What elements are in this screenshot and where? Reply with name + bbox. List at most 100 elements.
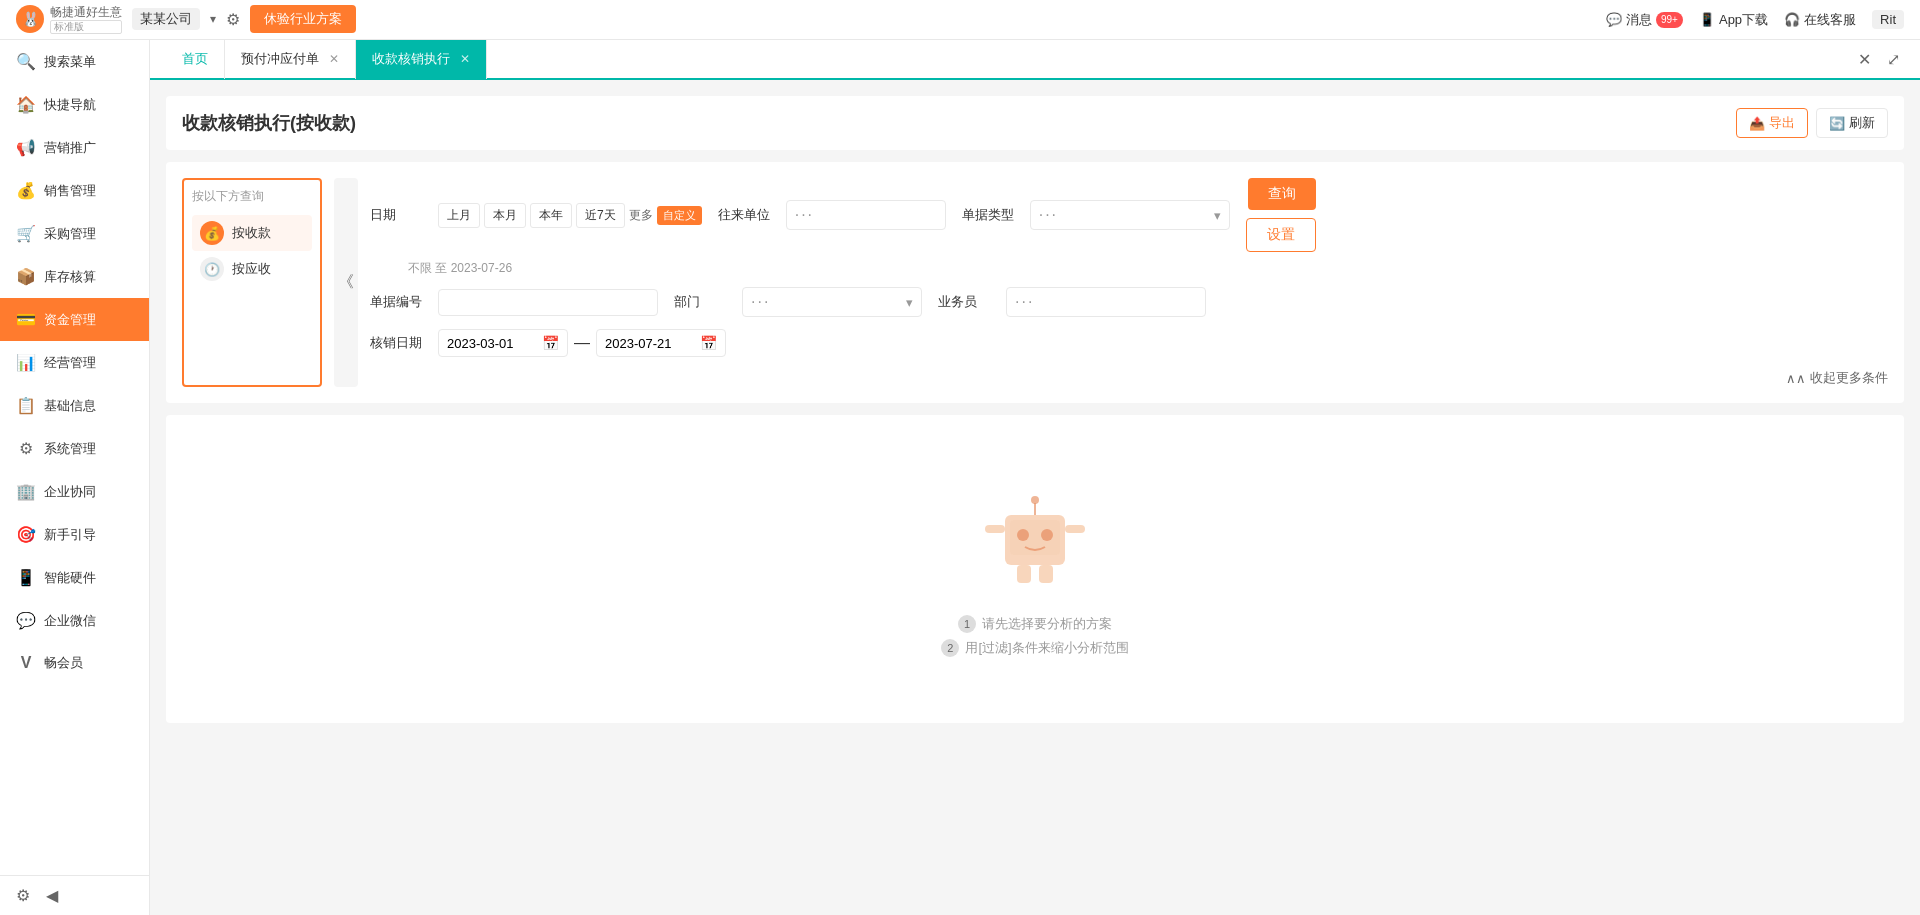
staff-select[interactable]: ···	[1006, 287, 1206, 317]
filter-option-by-receivable[interactable]: 🕐 按应收	[192, 251, 312, 287]
sidebar-item-label: 搜索菜单	[44, 53, 96, 71]
date-more-button[interactable]: 更多	[629, 207, 653, 224]
filter-collapse-button[interactable]: 《	[334, 178, 358, 387]
query-button[interactable]: 查询	[1248, 178, 1316, 210]
tab-prepay-close-icon[interactable]: ✕	[329, 52, 339, 66]
sidebar-item-label: 企业微信	[44, 612, 96, 630]
verify-date-end-input[interactable]: 2023-07-21 📅	[596, 329, 726, 357]
online-service-button[interactable]: 🎧 在线客服	[1784, 11, 1856, 29]
counterpart-select[interactable]: ···	[786, 200, 946, 230]
page-title: 收款核销执行(按收款)	[182, 111, 356, 135]
dept-field: 部门 ··· ▾	[674, 287, 922, 317]
user-menu[interactable]: Rit	[1872, 10, 1904, 29]
sidebar-item-quick-nav[interactable]: 🏠 快捷导航	[0, 83, 149, 126]
expand-tab-button[interactable]: ⤢	[1883, 46, 1904, 73]
message-icon: 💬	[1606, 12, 1622, 27]
collapse-more-label: 收起更多条件	[1810, 369, 1888, 387]
sidebar-item-label: 系统管理	[44, 440, 96, 458]
bill-type-label: 单据类型	[962, 206, 1022, 224]
prev-month-button[interactable]: 上月	[438, 203, 480, 228]
sidebar-item-operation[interactable]: 📊 经营管理	[0, 341, 149, 384]
export-label: 导出	[1769, 114, 1795, 132]
sidebar-item-wechat[interactable]: 💬 企业微信	[0, 599, 149, 642]
system-icon: ⚙	[16, 439, 36, 458]
last-7days-button[interactable]: 近7天	[576, 203, 625, 228]
this-month-button[interactable]: 本月	[484, 203, 526, 228]
page-content: 收款核销执行(按收款) 📤 导出 🔄 刷新 按以下方查询	[150, 80, 1920, 915]
filter-row-3: 核销日期 2023-03-01 📅 — 2023-07-21 📅	[370, 329, 1888, 357]
sidebar-item-marketing[interactable]: 📢 营销推广	[0, 126, 149, 169]
settings-icon[interactable]: ⚙	[226, 10, 240, 29]
sidebar-item-guide[interactable]: 🎯 新手引导	[0, 513, 149, 556]
tab-collection-offset[interactable]: 收款核销执行 ✕	[356, 40, 487, 79]
message-badge: 99+	[1656, 12, 1683, 28]
sidebar-item-purchase[interactable]: 🛒 采购管理	[0, 212, 149, 255]
sidebar-item-inventory[interactable]: 📦 库存核算	[0, 255, 149, 298]
refresh-button[interactable]: 🔄 刷新	[1816, 108, 1888, 138]
verify-date-start-input[interactable]: 2023-03-01 📅	[438, 329, 568, 357]
close-tab-button[interactable]: ✕	[1854, 46, 1875, 73]
counterpart-field: 往来单位 ···	[718, 200, 946, 230]
page-header: 收款核销执行(按收款) 📤 导出 🔄 刷新	[166, 96, 1904, 150]
filter-option-by-receipt[interactable]: 💰 按收款	[192, 215, 312, 251]
operation-icon: 📊	[16, 353, 36, 372]
export-icon: 📤	[1749, 116, 1765, 131]
finance-icon: 💳	[16, 310, 36, 329]
bill-no-input[interactable]	[438, 289, 658, 316]
settings-button[interactable]: 设置	[1246, 218, 1316, 252]
tab-prepay-offset[interactable]: 预付冲应付单 ✕	[225, 40, 356, 79]
industry-solution-button[interactable]: 休验行业方案	[250, 5, 356, 33]
this-year-button[interactable]: 本年	[530, 203, 572, 228]
end-calendar-icon: 📅	[700, 335, 717, 351]
sidebar-item-search-menu[interactable]: 🔍 搜索菜单	[0, 40, 149, 83]
topbar: 🐰 畅捷通好生意 标准版 某某公司 ▾ ⚙ 休验行业方案 💬 消息 99+ 📱 …	[0, 0, 1920, 40]
sidebar-item-basic-info[interactable]: 📋 基础信息	[0, 384, 149, 427]
app-download-button[interactable]: 📱 App下载	[1699, 11, 1768, 29]
page-header-actions: 📤 导出 🔄 刷新	[1736, 108, 1888, 138]
tab-collection-label: 收款核销执行	[372, 50, 450, 68]
refresh-icon: 🔄	[1829, 116, 1845, 131]
sales-icon: 💰	[16, 181, 36, 200]
filter-actions: 查询 设置	[1246, 178, 1316, 252]
sidebar-item-label: 经营管理	[44, 354, 96, 372]
sidebar-item-hardware[interactable]: 📱 智能硬件	[0, 556, 149, 599]
date-hint: 不限 至 2023-07-26	[408, 261, 512, 275]
sidebar-item-enterprise[interactable]: 🏢 企业协同	[0, 470, 149, 513]
staff-field: 业务员 ···	[938, 287, 1206, 317]
bill-type-arrow: ▾	[1214, 208, 1221, 223]
svg-rect-5	[1065, 525, 1085, 533]
tab-home-label: 首页	[182, 50, 208, 68]
sidebar-item-label: 畅会员	[44, 654, 83, 672]
sidebar-item-label: 资金管理	[44, 311, 96, 329]
service-icon: 🎧	[1784, 12, 1800, 27]
company-selector[interactable]: 某某公司	[132, 8, 200, 30]
export-button[interactable]: 📤 导出	[1736, 108, 1808, 138]
company-dropdown-icon[interactable]: ▾	[210, 12, 216, 26]
logo: 🐰 畅捷通好生意 标准版	[16, 5, 122, 33]
empty-tip-2: 2 用[过滤]条件来缩小分析范围	[941, 639, 1128, 657]
sidebar-item-label: 营销推广	[44, 139, 96, 157]
sidebar-collapse-icon[interactable]: ◀	[46, 886, 58, 905]
bill-type-dots: ···	[1039, 206, 1058, 224]
sidebar-item-label: 企业协同	[44, 483, 96, 501]
dept-select[interactable]: ··· ▾	[742, 287, 922, 317]
app-label: App下载	[1719, 11, 1768, 29]
sidebar-item-sales[interactable]: 💰 销售管理	[0, 169, 149, 212]
date-button-group: 上月 本月 本年 近7天 更多 自定义	[438, 203, 702, 228]
sidebar-settings-icon[interactable]: ⚙	[16, 886, 30, 905]
tab-home[interactable]: 首页	[166, 40, 225, 79]
vip-icon: V	[16, 654, 36, 672]
sidebar-item-system[interactable]: ⚙ 系统管理	[0, 427, 149, 470]
basic-info-icon: 📋	[16, 396, 36, 415]
sidebar-item-vip[interactable]: V 畅会员	[0, 642, 149, 684]
tabbar-actions: ✕ ⤢	[1854, 46, 1904, 73]
svg-point-2	[1017, 529, 1029, 541]
collapse-more-button[interactable]: ∧∧ 收起更多条件	[1786, 369, 1888, 387]
tab-collection-close-icon[interactable]: ✕	[460, 52, 470, 66]
message-button[interactable]: 💬 消息 99+	[1606, 11, 1683, 29]
sidebar-item-finance[interactable]: 💳 资金管理	[0, 298, 149, 341]
sidebar-item-label: 库存核算	[44, 268, 96, 286]
bill-type-select[interactable]: ··· ▾	[1030, 200, 1230, 230]
message-label: 消息	[1626, 11, 1652, 29]
quick-nav-icon: 🏠	[16, 95, 36, 114]
